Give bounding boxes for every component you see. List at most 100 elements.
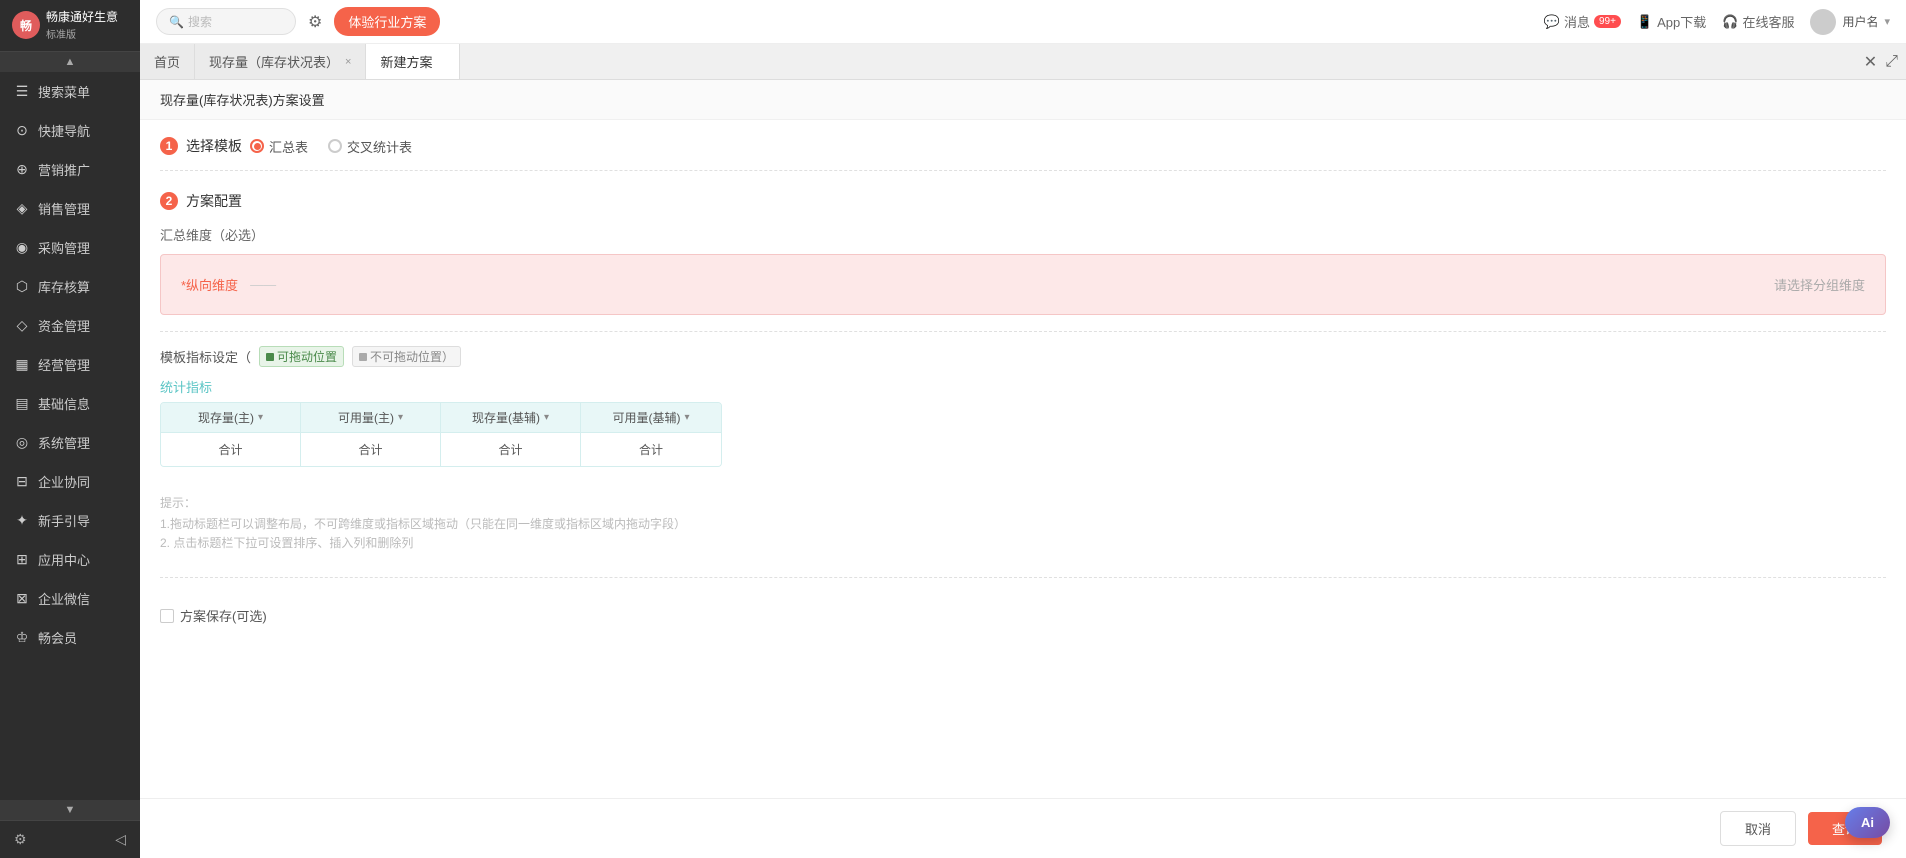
user-menu[interactable]: 用户名 ▾	[1810, 9, 1890, 35]
hint-section: 提示： 1.拖动标题栏可以调整布局，不可跨维度或指标区域拖动（只能在同一维度或指…	[160, 484, 1886, 563]
sales-icon: ◈	[14, 200, 30, 216]
tab-new-scheme-close[interactable]: ×	[438, 56, 444, 68]
radio-summary-label: 汇总表	[269, 137, 308, 156]
radio-cross[interactable]: 交叉统计表	[328, 137, 412, 156]
stat-col-0[interactable]: 现存量(主) ▾ 合计	[161, 403, 301, 466]
stat-col-1[interactable]: 可用量(主) ▾ 合计	[301, 403, 441, 466]
draggable-tag: 可拖动位置	[259, 346, 344, 367]
sidebar-item-purchase[interactable]: ◉ 采购管理	[0, 228, 140, 267]
tab-new-scheme-label: 新建方案	[380, 52, 432, 71]
not-draggable-tag-label: 不可拖动位置）	[370, 348, 454, 365]
app-download-button[interactable]: 📱 App下载	[1637, 12, 1706, 31]
new-guide-icon: ✦	[14, 512, 30, 528]
footer-bar: 取消 查询	[140, 798, 1906, 858]
content-area: 现存量(库存状况表)方案设置 1 选择模板 汇总表	[140, 80, 1906, 798]
save-checkbox[interactable]	[160, 609, 174, 623]
dimension-box[interactable]: *纵向维度 —— 请选择分组维度	[160, 254, 1886, 315]
window-expand-icon[interactable]: ⤢	[1885, 53, 1898, 71]
settings-icon[interactable]: ⚙	[14, 831, 27, 848]
enterprise-wechat-icon: ⊠	[14, 590, 30, 606]
service-button[interactable]: 🎧 在线客服	[1722, 12, 1794, 31]
sidebar-item-inventory[interactable]: ⬡ 库存核算	[0, 267, 140, 306]
sidebar-item-marketing[interactable]: ⊕ 营销推广	[0, 150, 140, 189]
tab-home[interactable]: 首页	[140, 44, 195, 79]
sidebar-item-enterprise[interactable]: ⊟ 企业协同	[0, 462, 140, 501]
save-option: 方案保存(可选)	[160, 592, 1886, 639]
topbar-right: 💬 消息 99+ 📱 App下载 🎧 在线客服 用户名 ▾	[1544, 9, 1890, 35]
search-box[interactable]: 🔍 搜索	[156, 8, 296, 35]
divider1	[160, 170, 1886, 171]
ai-bubble[interactable]: Ai	[1845, 807, 1890, 838]
stat-col-0-label: 现存量(主)	[198, 409, 254, 426]
app-version: 标准版	[46, 26, 118, 41]
radio-summary-dot	[254, 143, 261, 150]
tab-inventory[interactable]: 现存量（库存状况表） ×	[195, 44, 366, 79]
hint-label: 提示：	[160, 494, 1886, 511]
dimension-separator: ——	[250, 277, 1762, 292]
stat-col-3-chevron: ▾	[684, 412, 689, 423]
sidebar-item-operations[interactable]: ▦ 经营管理	[0, 345, 140, 384]
window-close-icon[interactable]: ✕	[1864, 52, 1877, 72]
member-icon: ♔	[14, 629, 30, 645]
stat-col-0-cell: 合计	[161, 433, 300, 466]
topbar: 🔍 搜索 ⚙ 体验行业方案 💬 消息 99+ 📱 App下载 🎧 在线客服 用户…	[140, 0, 1906, 44]
page-header: 现存量(库存状况表)方案设置	[140, 80, 1906, 120]
indicator-setting-label: 模板指标设定（ 可拖动位置 不可拖动位置）	[160, 346, 1886, 367]
sidebar-item-label: 采购管理	[38, 238, 90, 257]
divider3	[160, 577, 1886, 578]
step1-label: 选择模板	[186, 136, 242, 156]
enterprise-icon: ⊟	[14, 473, 30, 489]
step1-badge: 1	[160, 137, 178, 155]
page-title: 现存量(库存状况表)方案设置	[160, 93, 325, 108]
sidebar-item-quick-nav[interactable]: ⊙ 快捷导航	[0, 111, 140, 150]
sidebar-item-system[interactable]: ◎ 系统管理	[0, 423, 140, 462]
dimension-required: *纵向维度	[181, 275, 238, 294]
sidebar-scroll-up[interactable]: ▲	[0, 52, 140, 72]
sidebar-item-label: 库存核算	[38, 277, 90, 296]
indicator-section: 模板指标设定（ 可拖动位置 不可拖动位置） 统计指标	[160, 346, 1886, 470]
gear-icon[interactable]: ⚙	[308, 12, 322, 32]
tab-inventory-close[interactable]: ×	[345, 56, 351, 68]
sidebar-item-finance[interactable]: ◇ 资金管理	[0, 306, 140, 345]
stat-col-3-cell: 合计	[581, 433, 721, 466]
radio-summary[interactable]: 汇总表	[250, 137, 308, 156]
stat-col-2[interactable]: 现存量(基辅) ▾ 合计	[441, 403, 581, 466]
tab-inventory-label: 现存量（库存状况表）	[209, 52, 339, 71]
stat-col-2-label: 现存量(基辅)	[472, 409, 540, 426]
message-icon: 💬	[1544, 14, 1560, 30]
sidebar-item-label: 搜索菜单	[38, 82, 90, 101]
stat-col-3[interactable]: 可用量(基辅) ▾ 合计	[581, 403, 721, 466]
sidebar-scroll-down[interactable]: ▼	[0, 800, 140, 820]
search-menu-icon: ☰	[14, 83, 30, 99]
tabs-right-actions: ✕ ⤢	[1864, 52, 1906, 72]
sidebar-item-app-center[interactable]: ⊞ 应用中心	[0, 540, 140, 579]
marketing-icon: ⊕	[14, 161, 30, 177]
radio-cross-label: 交叉统计表	[347, 137, 412, 156]
stat-table-title: 统计指标	[160, 377, 1886, 396]
indicator-label-text: 模板指标设定（	[160, 347, 251, 366]
system-icon: ◎	[14, 434, 30, 450]
stat-col-1-header: 可用量(主) ▾	[301, 403, 440, 433]
sidebar-item-label: 销售管理	[38, 199, 90, 218]
service-label: 在线客服	[1742, 12, 1794, 31]
radio-cross-circle	[328, 139, 342, 153]
inventory-icon: ⬡	[14, 278, 30, 294]
tab-new-scheme[interactable]: 新建方案 ×	[366, 44, 459, 79]
sidebar-item-label: 快捷导航	[38, 121, 90, 140]
app-name: 畅康通好生意	[46, 10, 118, 26]
sidebar-item-basic-info[interactable]: ▤ 基础信息	[0, 384, 140, 423]
hint-text-1: 1.拖动标题栏可以调整布局，不可跨维度或指标区域拖动（只能在同一维度或指标区域内…	[160, 515, 1886, 534]
sidebar-item-new-guide[interactable]: ✦ 新手引导	[0, 501, 140, 540]
step2-section: 2 方案配置 汇总维度（必选） *纵向维度 —— 请选择分组维度 模板指标设定（	[160, 191, 1886, 639]
sidebar-item-enterprise-wechat[interactable]: ⊠ 企业微信	[0, 579, 140, 618]
step2-badge: 2	[160, 192, 178, 210]
sidebar-item-sales[interactable]: ◈ 销售管理	[0, 189, 140, 228]
sidebar-item-search-menu[interactable]: ☰ 搜索菜单	[0, 72, 140, 111]
cancel-button[interactable]: 取消	[1720, 811, 1796, 846]
trial-button[interactable]: 体验行业方案	[334, 7, 440, 36]
stat-table: 现存量(主) ▾ 合计 可用量(主) ▾ 合计	[160, 402, 722, 467]
sidebar-item-member[interactable]: ♔ 畅会员	[0, 618, 140, 657]
stat-col-3-header: 可用量(基辅) ▾	[581, 403, 721, 433]
collapse-icon[interactable]: ◁	[115, 831, 126, 848]
message-button[interactable]: 💬 消息 99+	[1544, 12, 1621, 31]
